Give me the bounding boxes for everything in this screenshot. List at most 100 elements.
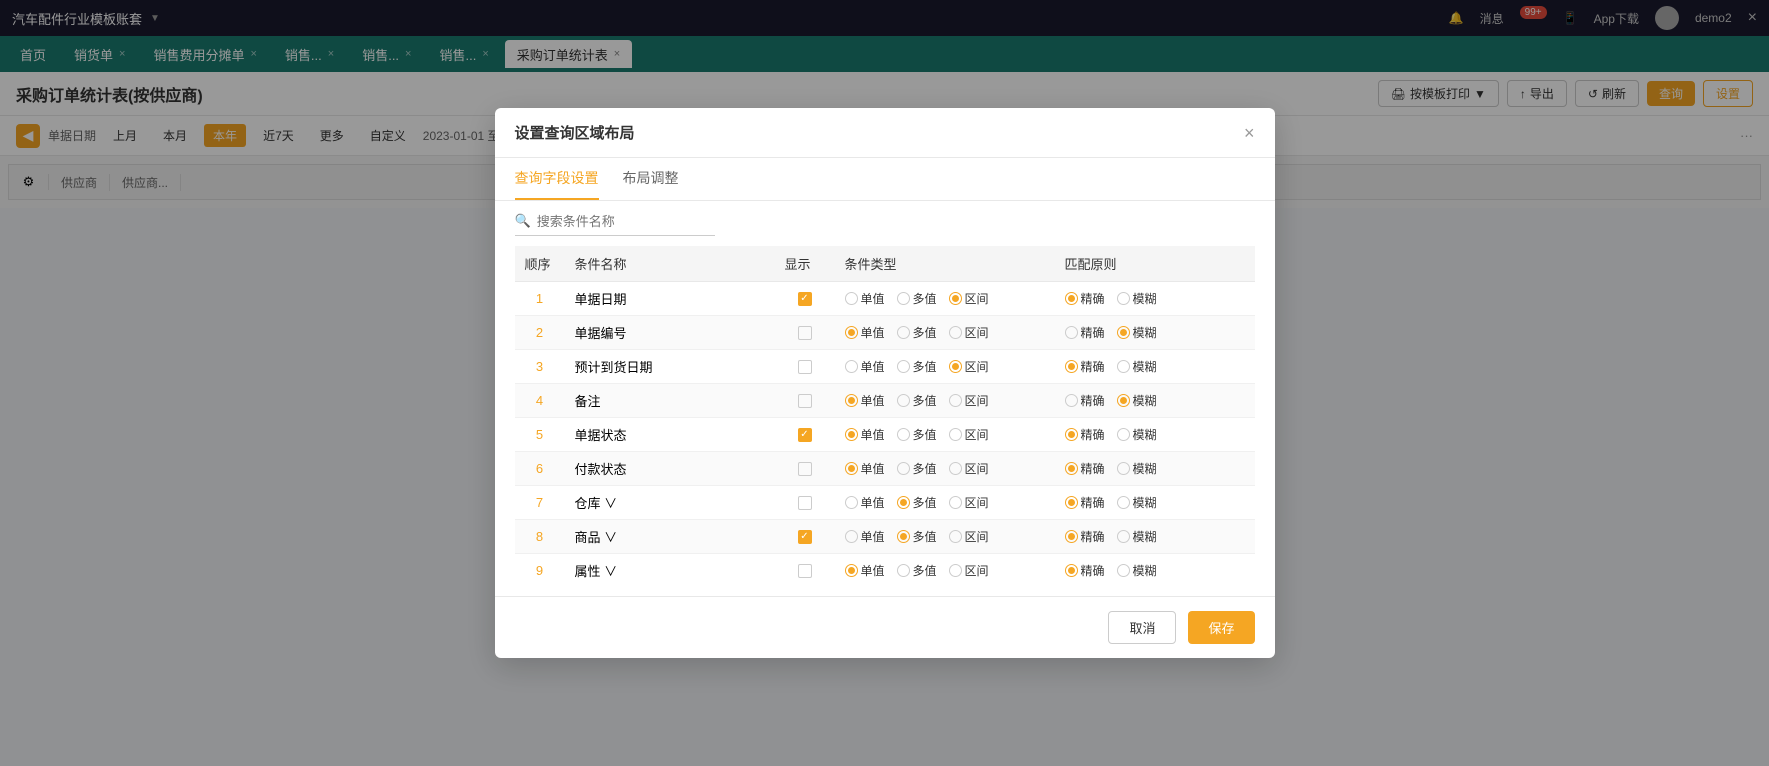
type-radio-multi[interactable]: 多值 xyxy=(897,562,937,579)
radio-dot-match-exact xyxy=(1065,292,1078,305)
checkbox-7[interactable] xyxy=(798,530,812,544)
th-condition-type: 条件类型 xyxy=(835,246,1055,282)
type-radio-single[interactable]: 单值 xyxy=(845,460,885,477)
match-radio-fuzzy[interactable]: 模糊 xyxy=(1117,562,1157,579)
show-checkbox[interactable] xyxy=(785,394,825,408)
show-checkbox[interactable] xyxy=(785,360,825,374)
match-radio-group: 精确 模糊 xyxy=(1065,528,1245,545)
type-radio-range[interactable]: 区间 xyxy=(949,290,989,307)
modal-close-button[interactable]: × xyxy=(1244,124,1255,142)
radio-label-single: 单值 xyxy=(861,358,885,375)
match-radio-fuzzy[interactable]: 模糊 xyxy=(1117,494,1157,511)
match-radio-exact[interactable]: 精确 xyxy=(1065,392,1105,409)
cell-show[interactable] xyxy=(775,282,835,316)
type-radio-range[interactable]: 区间 xyxy=(949,494,989,511)
radio-label-single: 单值 xyxy=(861,494,885,511)
modal-tab-layout-adjust[interactable]: 布局调整 xyxy=(623,158,679,200)
type-radio-multi[interactable]: 多值 xyxy=(897,324,937,341)
radio-dot-match-fuzzy xyxy=(1117,360,1130,373)
fields-table-wrapper[interactable]: 顺序 条件名称 显示 条件类型 匹配原则 1单据日期 单值 多值 区间 xyxy=(515,246,1255,586)
table-row: 1单据日期 单值 多值 区间 精确 模糊 xyxy=(515,282,1255,316)
cell-show[interactable] xyxy=(775,384,835,418)
match-radio-fuzzy[interactable]: 模糊 xyxy=(1117,426,1157,443)
type-radio-range[interactable]: 区间 xyxy=(949,358,989,375)
type-radio-multi[interactable]: 多值 xyxy=(897,392,937,409)
match-radio-exact[interactable]: 精确 xyxy=(1065,562,1105,579)
match-radio-exact[interactable]: 精确 xyxy=(1065,324,1105,341)
type-radio-single[interactable]: 单值 xyxy=(845,290,885,307)
type-radio-multi[interactable]: 多值 xyxy=(897,528,937,545)
show-checkbox[interactable] xyxy=(785,292,825,306)
checkbox-3[interactable] xyxy=(798,394,812,408)
radio-dot-match-exact xyxy=(1065,326,1078,339)
match-radio-exact[interactable]: 精确 xyxy=(1065,460,1105,477)
match-radio-fuzzy[interactable]: 模糊 xyxy=(1117,528,1157,545)
cancel-button[interactable]: 取消 xyxy=(1108,611,1176,644)
match-radio-fuzzy[interactable]: 模糊 xyxy=(1117,290,1157,307)
type-radio-single[interactable]: 单值 xyxy=(845,392,885,409)
show-checkbox[interactable] xyxy=(785,564,825,578)
radio-dot-range xyxy=(949,496,962,509)
modal-tab-field-settings[interactable]: 查询字段设置 xyxy=(515,158,599,200)
cell-name: 单据日期 xyxy=(565,282,775,316)
type-radio-range[interactable]: 区间 xyxy=(949,392,989,409)
type-radio-single[interactable]: 单值 xyxy=(845,324,885,341)
checkbox-2[interactable] xyxy=(798,360,812,374)
checkbox-1[interactable] xyxy=(798,326,812,340)
show-checkbox[interactable] xyxy=(785,326,825,340)
show-checkbox[interactable] xyxy=(785,428,825,442)
cell-show[interactable] xyxy=(775,554,835,587)
type-radio-range[interactable]: 区间 xyxy=(949,528,989,545)
type-radio-multi[interactable]: 多值 xyxy=(897,358,937,375)
radio-label-match-fuzzy: 模糊 xyxy=(1133,358,1157,375)
type-radio-multi[interactable]: 多值 xyxy=(897,426,937,443)
radio-label-match-exact: 精确 xyxy=(1081,324,1105,341)
cell-match: 精确 模糊 xyxy=(1055,418,1255,452)
checkbox-0[interactable] xyxy=(798,292,812,306)
checkbox-5[interactable] xyxy=(798,462,812,476)
modal-tab-field-settings-label: 查询字段设置 xyxy=(515,170,599,186)
show-checkbox[interactable] xyxy=(785,496,825,510)
match-radio-exact[interactable]: 精确 xyxy=(1065,528,1105,545)
type-radio-single[interactable]: 单值 xyxy=(845,528,885,545)
radio-dot-single xyxy=(845,360,858,373)
type-radio-group: 单值 多值 区间 xyxy=(845,460,1045,477)
type-radio-multi[interactable]: 多值 xyxy=(897,460,937,477)
cell-show[interactable] xyxy=(775,316,835,350)
cell-show[interactable] xyxy=(775,486,835,520)
match-radio-exact[interactable]: 精确 xyxy=(1065,494,1105,511)
type-radio-single[interactable]: 单值 xyxy=(845,426,885,443)
type-radio-single[interactable]: 单值 xyxy=(845,562,885,579)
cell-show[interactable] xyxy=(775,452,835,486)
checkbox-6[interactable] xyxy=(798,496,812,510)
save-button[interactable]: 保存 xyxy=(1188,611,1254,644)
match-radio-exact[interactable]: 精确 xyxy=(1065,290,1105,307)
match-radio-fuzzy[interactable]: 模糊 xyxy=(1117,460,1157,477)
match-radio-exact[interactable]: 精确 xyxy=(1065,426,1105,443)
cell-match: 精确 模糊 xyxy=(1055,452,1255,486)
match-radio-exact[interactable]: 精确 xyxy=(1065,358,1105,375)
match-radio-fuzzy[interactable]: 模糊 xyxy=(1117,324,1157,341)
type-radio-multi[interactable]: 多值 xyxy=(897,494,937,511)
type-radio-group: 单值 多值 区间 xyxy=(845,392,1045,409)
type-radio-range[interactable]: 区间 xyxy=(949,426,989,443)
cell-show[interactable] xyxy=(775,418,835,452)
cell-show[interactable] xyxy=(775,520,835,554)
type-radio-range[interactable]: 区间 xyxy=(949,460,989,477)
show-checkbox[interactable] xyxy=(785,462,825,476)
search-input[interactable] xyxy=(537,214,697,229)
table-row: 8商品 ∨ 单值 多值 区间 精确 模糊 xyxy=(515,520,1255,554)
checkbox-4[interactable] xyxy=(798,428,812,442)
type-radio-multi[interactable]: 多值 xyxy=(897,290,937,307)
type-radio-single[interactable]: 单值 xyxy=(845,494,885,511)
match-radio-fuzzy[interactable]: 模糊 xyxy=(1117,358,1157,375)
radio-dot-multi xyxy=(897,530,910,543)
cell-show[interactable] xyxy=(775,350,835,384)
match-radio-fuzzy[interactable]: 模糊 xyxy=(1117,392,1157,409)
radio-dot-match-exact xyxy=(1065,496,1078,509)
show-checkbox[interactable] xyxy=(785,530,825,544)
type-radio-range[interactable]: 区间 xyxy=(949,562,989,579)
type-radio-range[interactable]: 区间 xyxy=(949,324,989,341)
checkbox-8[interactable] xyxy=(798,564,812,578)
type-radio-single[interactable]: 单值 xyxy=(845,358,885,375)
